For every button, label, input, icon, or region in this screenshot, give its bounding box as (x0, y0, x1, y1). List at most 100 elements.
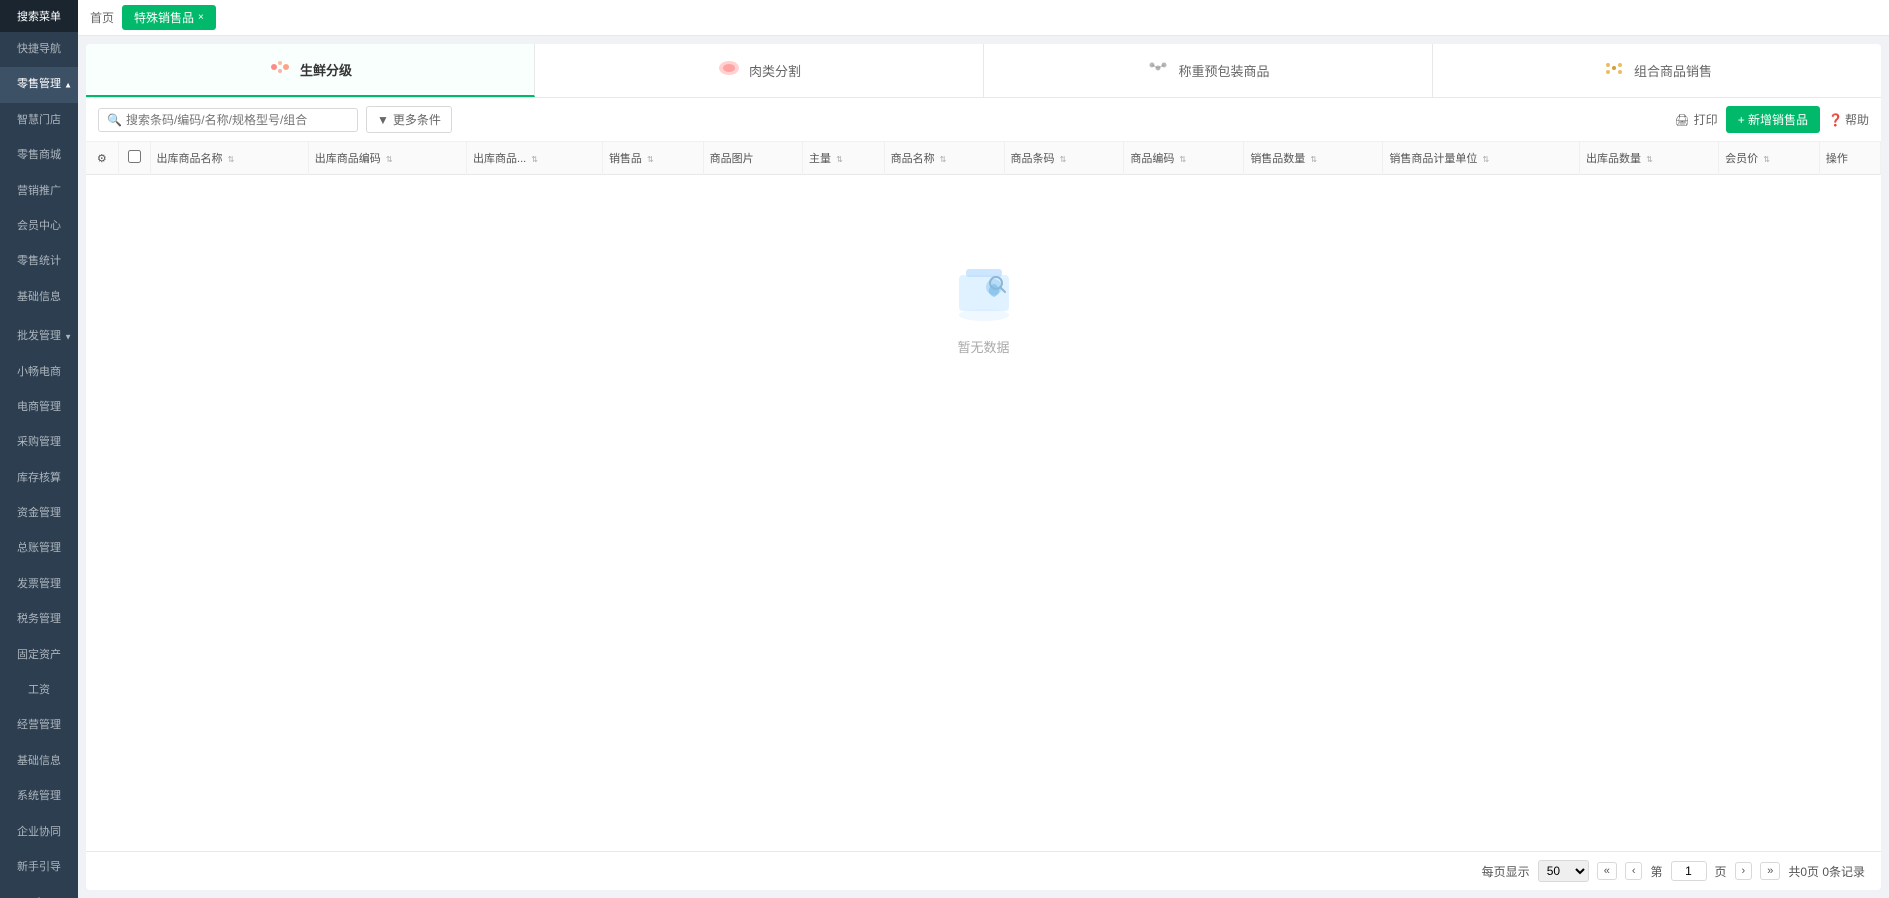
th-out-qty[interactable]: 出库品数量 ⇅ (1580, 142, 1719, 175)
sidebar-item-inventory[interactable]: 库存核算 (0, 461, 78, 496)
sidebar-item-mini-ecomm[interactable]: 小畅电商 (0, 355, 78, 390)
sidebar-item-label: 零售商城 (17, 149, 61, 161)
sidebar-item-smart-store[interactable]: 智慧门店 (0, 103, 78, 138)
sort-icon: ⇅ (1646, 155, 1653, 164)
th-weight[interactable]: 主量 ⇅ (803, 142, 885, 175)
sidebar-item-invoice[interactable]: 发票管理 (0, 567, 78, 602)
sort-icon: ⇅ (647, 155, 654, 164)
total-info: 共0页 0条记录 (1788, 863, 1865, 880)
sidebar-item-company[interactable]: 企业协同 (0, 815, 78, 850)
sidebar-item-label: 智慧门店 (17, 114, 61, 126)
weigh-pack-icon (1146, 59, 1170, 82)
sidebar-item-label: 零售管理 (17, 78, 61, 90)
topbar-home-link[interactable]: 首页 (90, 9, 114, 26)
sidebar-item-label: 新手引导 (17, 861, 61, 873)
content-area: 生鲜分级 肉类分割 (86, 44, 1881, 890)
sidebar-item-retail-mall[interactable]: 零售商城 (0, 138, 78, 173)
th-sales-product[interactable]: 销售品 ⇅ (602, 142, 703, 175)
th-product-name[interactable]: 商品名称 ⇅ (884, 142, 1004, 175)
sidebar-item-system-mgmt[interactable]: 系统管理 (0, 779, 78, 814)
sidebar-item-basic-info2[interactable]: 基础信息 (0, 744, 78, 779)
help-button[interactable]: ❓ 帮助 (1828, 111, 1869, 128)
th-member-price[interactable]: 会员价 ⇅ (1719, 142, 1820, 175)
prev-page-button[interactable]: ‹ (1625, 862, 1643, 880)
sidebar-item-purchase[interactable]: 采购管理 (0, 425, 78, 460)
sidebar-item-label: 企业协同 (17, 826, 61, 838)
next-page-button[interactable]: › (1735, 862, 1753, 880)
search-input[interactable] (126, 113, 346, 127)
sort-icon: ⇅ (386, 155, 393, 164)
sidebar-item-ops-mgmt[interactable]: 经营管理 (0, 708, 78, 743)
th-checkbox[interactable] (118, 142, 150, 175)
sidebar-item-basic-info1[interactable]: 基础信息 (0, 280, 78, 315)
sidebar-item-member-center[interactable]: 会员中心 (0, 209, 78, 244)
th-sales-qty[interactable]: 销售品数量 ⇅ (1244, 142, 1383, 175)
sidebar-item-tax[interactable]: 税务管理 (0, 602, 78, 637)
filter-icon: ▼ (377, 113, 389, 127)
th-sales-unit[interactable]: 销售商品计量单位 ⇅ (1383, 142, 1580, 175)
table-wrapper: ⚙ 出库商品名称 ⇅ 出库商品编码 ⇅ 出库商品... ⇅ (86, 142, 1881, 851)
sidebar-item-label: 会员中心 (17, 220, 61, 232)
per-page-select[interactable]: 50 10 20 100 (1538, 860, 1589, 882)
sidebar-item-label: 基础信息 (17, 291, 61, 303)
printer-icon: 🖨 (1674, 113, 1689, 127)
sidebar-item-finance[interactable]: 资金管理 (0, 496, 78, 531)
filter-label: 更多条件 (393, 111, 441, 128)
page-label: 第 (1650, 863, 1662, 880)
sidebar: 搜索菜单 快捷导航 零售管理 智慧门店 零售商城 营销推广 会员中心 零售统计 … (0, 0, 78, 898)
last-page-button[interactable]: » (1760, 862, 1780, 880)
th-out-product-code[interactable]: 出库商品编码 ⇅ (308, 142, 466, 175)
search-box[interactable]: 🔍 (98, 108, 358, 132)
add-button[interactable]: + 新增销售品 (1726, 106, 1820, 133)
tab-combo-sales[interactable]: 组合商品销售 (1433, 44, 1881, 97)
sidebar-item-newbie[interactable]: 新手引导 (0, 850, 78, 885)
tab-meat-cut[interactable]: 肉类分割 (535, 44, 984, 97)
sidebar-item-label: 固定资产 (17, 649, 61, 661)
sidebar-item-ecomm-mgmt[interactable]: 电商管理 (0, 390, 78, 425)
sidebar-item-quick-nav[interactable]: 快捷导航 (0, 32, 78, 67)
sidebar-item-label: 发票管理 (17, 578, 61, 590)
tab-weigh-pack[interactable]: 称重预包装商品 (984, 44, 1433, 97)
sidebar-item-general-ledger[interactable]: 总账管理 (0, 531, 78, 566)
sidebar-item-fixed-assets[interactable]: 固定资产 (0, 638, 78, 673)
filter-button[interactable]: ▼ 更多条件 (366, 106, 452, 133)
page-input[interactable] (1671, 861, 1707, 881)
sidebar-item-label: 批发管理 (17, 330, 61, 342)
th-action: 操作 (1819, 142, 1880, 175)
type-tabs: 生鲜分级 肉类分割 (86, 44, 1881, 98)
th-settings[interactable]: ⚙ (86, 142, 118, 175)
topbar-active-tab[interactable]: 特殊销售品 × (122, 5, 216, 30)
th-out-product-short[interactable]: 出库商品... ⇅ (467, 142, 603, 175)
data-table: ⚙ 出库商品名称 ⇅ 出库商品编码 ⇅ 出库商品... ⇅ (86, 142, 1881, 175)
sidebar-logo[interactable]: 搜索菜单 (0, 0, 78, 32)
th-product-image[interactable]: 商品图片 (703, 142, 802, 175)
topbar-tab-close[interactable]: × (198, 12, 204, 23)
toolbar: 🔍 ▼ 更多条件 🖨 打印 + 新增销售品 ❓ 帮助 (86, 98, 1881, 142)
sidebar-item-label: 电商管理 (17, 401, 61, 413)
sidebar-item-wholesale[interactable]: 批发管理 (0, 319, 78, 354)
sidebar-item-retail-mgmt[interactable]: 零售管理 (0, 67, 78, 102)
sidebar-item-retail-stats[interactable]: 零售统计 (0, 244, 78, 279)
empty-text: 暂无数据 (957, 337, 1009, 356)
select-all-checkbox[interactable] (128, 150, 141, 163)
sidebar-gear-button[interactable]: ⚙ (0, 885, 78, 898)
tab-fresh-grade[interactable]: 生鲜分级 (86, 44, 535, 97)
th-product-code[interactable]: 商品编码 ⇅ (1124, 142, 1244, 175)
sidebar-item-payroll[interactable]: 工资 (0, 673, 78, 708)
th-barcode[interactable]: 商品条码 ⇅ (1004, 142, 1124, 175)
print-button[interactable]: 🖨 打印 (1674, 111, 1717, 128)
topbar-tab-label: 特殊销售品 (134, 9, 194, 26)
sidebar-item-promo[interactable]: 营销推广 (0, 174, 78, 209)
main-content: 首页 特殊销售品 × 生鲜分级 (78, 0, 1889, 898)
empty-state: 暂无数据 (86, 175, 1881, 436)
sidebar-item-label: 库存核算 (17, 472, 61, 484)
first-page-button[interactable]: « (1597, 862, 1617, 880)
search-icon: 🔍 (107, 113, 122, 127)
th-out-product-name[interactable]: 出库商品名称 ⇅ (150, 142, 308, 175)
sort-icon: ⇅ (836, 155, 843, 164)
sidebar-item-label: 工资 (28, 684, 50, 696)
sidebar-item-label: 税务管理 (17, 613, 61, 625)
sidebar-item-label: 营销推广 (17, 185, 61, 197)
page-suffix: 页 (1715, 863, 1727, 880)
sort-icon: ⇅ (1482, 155, 1489, 164)
